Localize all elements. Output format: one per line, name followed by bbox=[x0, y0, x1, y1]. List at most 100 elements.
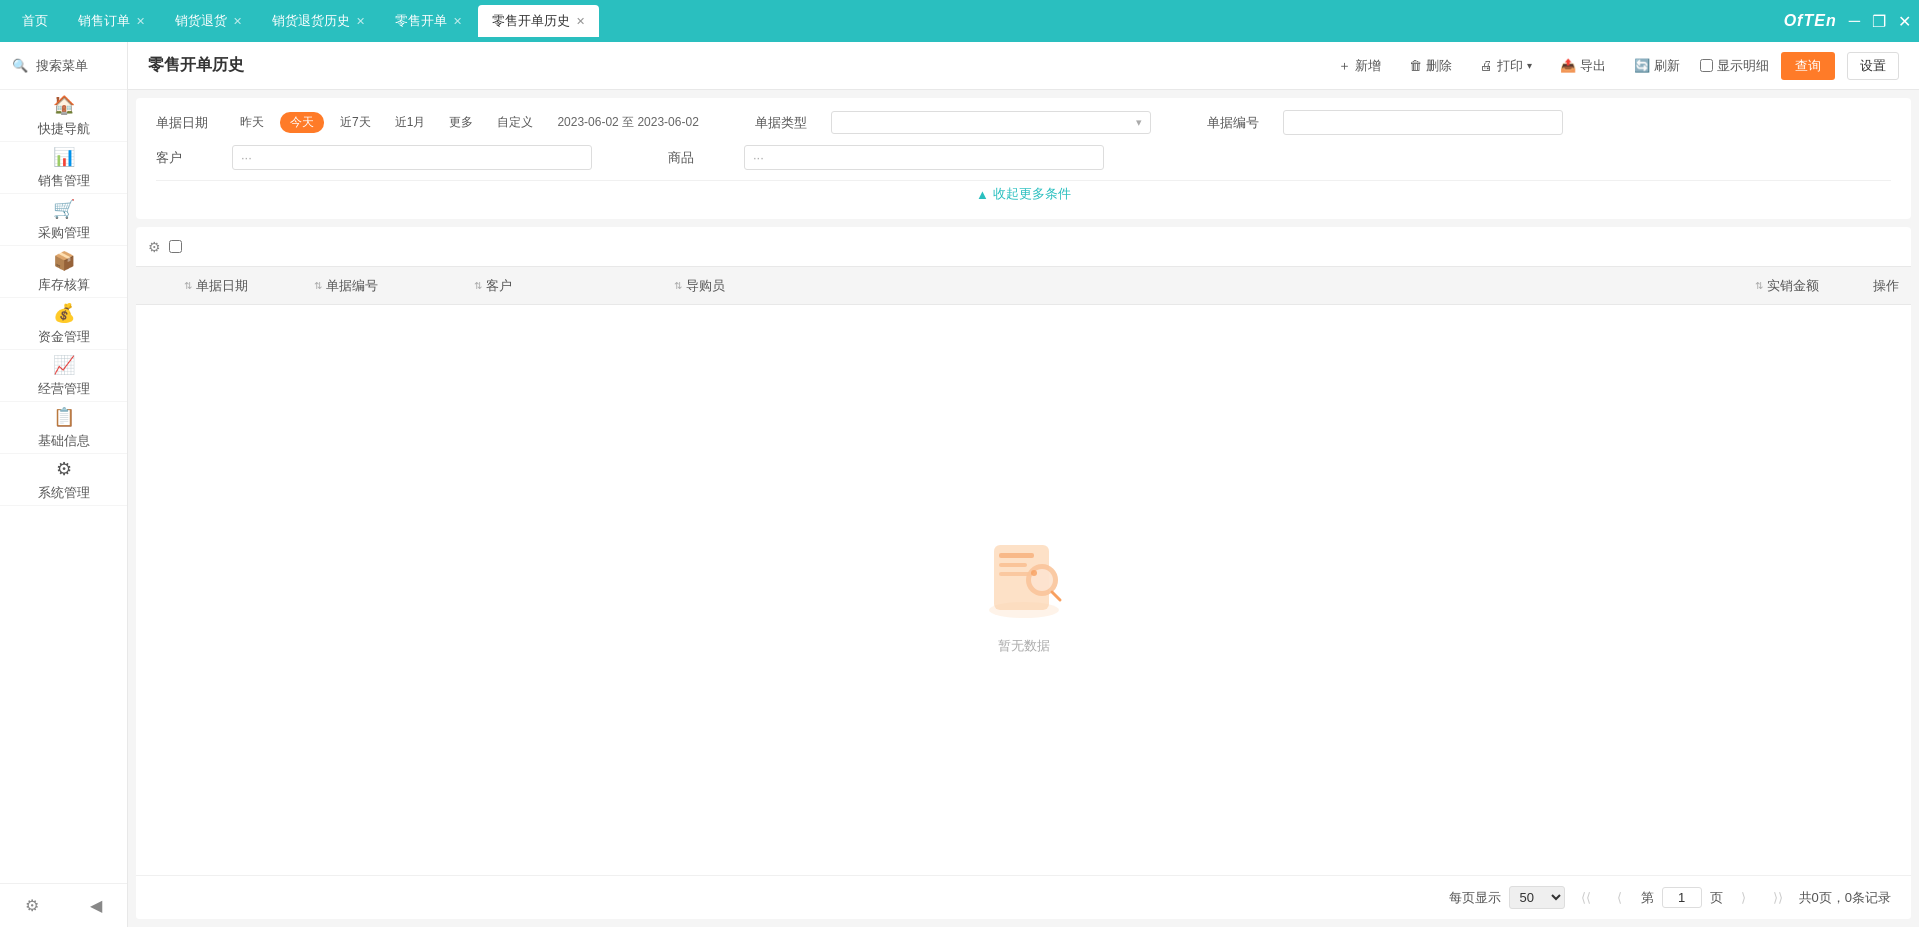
tab-sales-order-label: 销售订单 bbox=[78, 12, 130, 30]
doc-type-select[interactable]: ▾ bbox=[831, 111, 1151, 134]
business-icon: 📈 bbox=[53, 354, 75, 376]
tab-retail-order[interactable]: 零售开单 ✕ bbox=[381, 5, 476, 37]
sidebar-item-system-label: 系统管理 bbox=[38, 484, 90, 502]
add-icon: ＋ bbox=[1338, 57, 1351, 75]
tab-sales-order-close[interactable]: ✕ bbox=[136, 15, 145, 28]
sidebar: 🔍 搜索菜单 🏠 快捷导航 📊 销售管理 🛒 采购管理 📦 库存核算 💰 资金管… bbox=[0, 42, 128, 927]
tab-retail-order-close[interactable]: ✕ bbox=[453, 15, 462, 28]
date-range: 2023-06-02 至 2023-06-02 bbox=[557, 114, 698, 131]
minimize-btn[interactable]: ─ bbox=[1849, 12, 1860, 30]
sidebar-item-system[interactable]: ⚙ 系统管理 bbox=[0, 454, 127, 506]
sidebar-item-finance-label: 资金管理 bbox=[38, 328, 90, 346]
tab-home[interactable]: 首页 bbox=[8, 5, 62, 37]
sidebar-item-quick-nav[interactable]: 🏠 快捷导航 bbox=[0, 90, 127, 142]
sidebar-item-sales[interactable]: 📊 销售管理 bbox=[0, 142, 127, 194]
date-btn-1month[interactable]: 近1月 bbox=[387, 112, 434, 133]
tab-sales-return[interactable]: 销货退货 ✕ bbox=[161, 5, 256, 37]
refresh-button[interactable]: 🔄 刷新 bbox=[1626, 53, 1688, 79]
sidebar-bottom: ⚙ ◀ bbox=[0, 883, 127, 927]
filter-row-2: 客户 ··· 商品 ··· bbox=[156, 145, 1891, 170]
empty-text: 暂无数据 bbox=[998, 637, 1050, 655]
customer-select[interactable]: ··· bbox=[232, 145, 592, 170]
prev-page-btn[interactable]: ⟨ bbox=[1607, 885, 1633, 911]
filter-area: 单据日期 昨天 今天 近7天 近1月 更多 自定义 2023-06-02 至 2… bbox=[136, 98, 1911, 219]
first-page-btn[interactable]: ⟨⟨ bbox=[1573, 885, 1599, 911]
page-header: 零售开单历史 ＋ 新增 🗑 删除 🖨 打印 ▾ 📤 导出 bbox=[128, 42, 1919, 90]
pagination: 每页显示 50 100 200 ⟨⟨ ⟨ 第 页 ⟩ ⟩⟩ 共0页，0条记录 bbox=[136, 875, 1911, 919]
th-date[interactable]: ⇅ 单据日期 bbox=[184, 277, 314, 295]
show-detail-check[interactable] bbox=[1700, 59, 1713, 72]
sidebar-item-basic-info[interactable]: 📋 基础信息 bbox=[0, 402, 127, 454]
date-label: 单据日期 bbox=[156, 114, 216, 132]
date-btn-7days[interactable]: 近7天 bbox=[332, 112, 379, 133]
table-toolbar: ⚙ bbox=[136, 227, 1911, 267]
settings-icon[interactable]: ⚙ bbox=[25, 896, 39, 915]
add-button[interactable]: ＋ 新增 bbox=[1330, 53, 1389, 79]
th-date-label: 单据日期 bbox=[196, 277, 248, 295]
page-size-select[interactable]: 50 100 200 bbox=[1509, 886, 1565, 909]
select-all-checkbox[interactable] bbox=[169, 240, 182, 253]
restore-btn[interactable]: ❐ bbox=[1872, 12, 1886, 31]
delete-button[interactable]: 🗑 删除 bbox=[1401, 53, 1460, 79]
print-label: 打印 bbox=[1497, 57, 1523, 75]
top-tabbar: 首页 销售订单 ✕ 销货退货 ✕ 销货退货历史 ✕ 零售开单 ✕ 零售开单历史 … bbox=[0, 0, 1919, 42]
page-title: 零售开单历史 bbox=[148, 55, 244, 76]
collapse-more-btn[interactable]: ▲ 收起更多条件 bbox=[156, 180, 1891, 207]
last-page-btn[interactable]: ⟩⟩ bbox=[1765, 885, 1791, 911]
settings-button[interactable]: 设置 bbox=[1847, 52, 1899, 80]
collapse-label: 收起更多条件 bbox=[993, 185, 1071, 203]
goods-select[interactable]: ··· bbox=[744, 145, 1104, 170]
empty-illustration bbox=[974, 525, 1074, 625]
sidebar-item-purchase[interactable]: 🛒 采购管理 bbox=[0, 194, 127, 246]
doc-no-label: 单据编号 bbox=[1207, 114, 1267, 132]
tab-sales-return-close[interactable]: ✕ bbox=[233, 15, 242, 28]
tab-sales-order[interactable]: 销售订单 ✕ bbox=[64, 5, 159, 37]
th-op-label: 操作 bbox=[1873, 277, 1899, 295]
table-settings-icon[interactable]: ⚙ bbox=[148, 239, 161, 255]
sidebar-item-finance[interactable]: 💰 资金管理 bbox=[0, 298, 127, 350]
sidebar-search-label: 搜索菜单 bbox=[36, 57, 88, 75]
sidebar-search[interactable]: 🔍 搜索菜单 bbox=[0, 42, 127, 90]
tab-sales-return-label: 销货退货 bbox=[175, 12, 227, 30]
sidebar-item-purchase-label: 采购管理 bbox=[38, 224, 90, 242]
th-no-sort: ⇅ bbox=[314, 280, 322, 291]
content-area: 零售开单历史 ＋ 新增 🗑 删除 🖨 打印 ▾ 📤 导出 bbox=[128, 42, 1919, 927]
sidebar-item-inventory[interactable]: 📦 库存核算 bbox=[0, 246, 127, 298]
next-page-btn[interactable]: ⟩ bbox=[1731, 885, 1757, 911]
sidebar-item-business[interactable]: 📈 经营管理 bbox=[0, 350, 127, 402]
date-btn-custom[interactable]: 自定义 bbox=[489, 112, 541, 133]
query-button[interactable]: 查询 bbox=[1781, 52, 1835, 80]
th-salesman-label: 导购员 bbox=[686, 277, 725, 295]
query-label: 查询 bbox=[1795, 57, 1821, 75]
collapse-icon: ▲ bbox=[976, 187, 989, 202]
tab-sales-return-history-close[interactable]: ✕ bbox=[356, 15, 365, 28]
th-customer-sort: ⇅ bbox=[474, 280, 482, 291]
date-btn-today[interactable]: 今天 bbox=[280, 112, 324, 133]
collapse-sidebar-icon[interactable]: ◀ bbox=[90, 896, 102, 915]
doc-type-dropdown-icon: ▾ bbox=[1136, 116, 1142, 129]
th-salesman[interactable]: ⇅ 导购员 bbox=[674, 277, 814, 295]
doc-no-input[interactable] bbox=[1283, 110, 1563, 135]
tab-retail-history-label: 零售开单历史 bbox=[492, 12, 570, 30]
tab-retail-history[interactable]: 零售开单历史 ✕ bbox=[478, 5, 599, 37]
finance-icon: 💰 bbox=[53, 302, 75, 324]
print-button[interactable]: 🖨 打印 ▾ bbox=[1472, 53, 1540, 79]
th-salesman-sort: ⇅ bbox=[674, 280, 682, 291]
date-btn-more[interactable]: 更多 bbox=[441, 112, 481, 133]
tab-retail-history-close[interactable]: ✕ bbox=[576, 15, 585, 28]
system-icon: ⚙ bbox=[56, 458, 72, 480]
page-label: 页 bbox=[1710, 889, 1723, 907]
basic-info-icon: 📋 bbox=[53, 406, 75, 428]
th-customer[interactable]: ⇅ 客户 bbox=[474, 277, 674, 295]
current-page-input[interactable] bbox=[1662, 887, 1702, 908]
tab-sales-return-history[interactable]: 销货退货历史 ✕ bbox=[258, 5, 379, 37]
svg-rect-3 bbox=[999, 563, 1027, 567]
date-btn-yesterday[interactable]: 昨天 bbox=[232, 112, 272, 133]
export-button[interactable]: 📤 导出 bbox=[1552, 53, 1614, 79]
search-icon: 🔍 bbox=[12, 58, 28, 73]
show-detail-checkbox[interactable]: 显示明细 bbox=[1700, 57, 1769, 75]
tab-sales-return-history-label: 销货退货历史 bbox=[272, 12, 350, 30]
th-amount[interactable]: ⇅ 实销金额 bbox=[1699, 277, 1819, 295]
th-no[interactable]: ⇅ 单据编号 bbox=[314, 277, 474, 295]
close-btn[interactable]: ✕ bbox=[1898, 12, 1911, 31]
